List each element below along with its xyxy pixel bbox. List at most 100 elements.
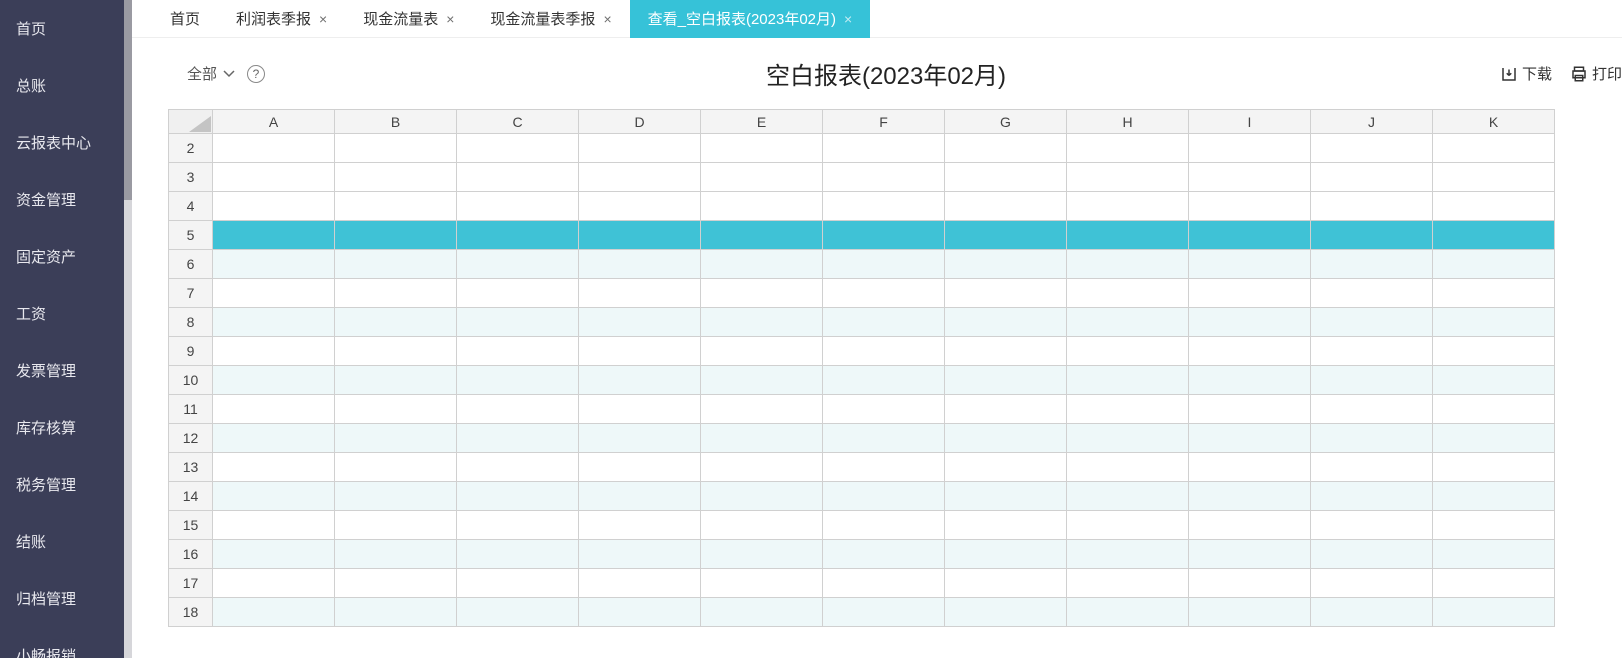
cell[interactable] — [945, 279, 1067, 308]
col-header[interactable]: J — [1311, 110, 1433, 134]
cell[interactable] — [1189, 134, 1311, 163]
cell[interactable] — [335, 250, 457, 279]
col-header[interactable]: E — [701, 110, 823, 134]
cell[interactable] — [823, 366, 945, 395]
cell[interactable] — [1433, 279, 1555, 308]
cell[interactable] — [1311, 540, 1433, 569]
cell[interactable] — [1433, 221, 1555, 250]
cell[interactable] — [579, 337, 701, 366]
cell[interactable] — [1433, 308, 1555, 337]
cell[interactable] — [213, 540, 335, 569]
cell[interactable] — [457, 134, 579, 163]
cell[interactable] — [945, 598, 1067, 627]
cell[interactable] — [1311, 221, 1433, 250]
cell[interactable] — [579, 163, 701, 192]
spreadsheet[interactable]: A B C D E F G H I J K 234567891011121314… — [132, 109, 1622, 658]
sidebar-scrollbar-thumb[interactable] — [124, 0, 132, 200]
cell[interactable] — [213, 192, 335, 221]
cell[interactable] — [1189, 250, 1311, 279]
cell[interactable] — [457, 163, 579, 192]
cell[interactable] — [823, 279, 945, 308]
cell[interactable] — [945, 511, 1067, 540]
cell[interactable] — [1189, 511, 1311, 540]
cell[interactable] — [823, 395, 945, 424]
cell[interactable] — [213, 424, 335, 453]
cell[interactable] — [579, 569, 701, 598]
cell[interactable] — [335, 337, 457, 366]
cell[interactable] — [1189, 337, 1311, 366]
cell[interactable] — [823, 134, 945, 163]
cell[interactable] — [1067, 540, 1189, 569]
cell[interactable] — [1067, 598, 1189, 627]
cell[interactable] — [945, 250, 1067, 279]
cell[interactable] — [579, 482, 701, 511]
cell[interactable] — [213, 163, 335, 192]
row-header[interactable]: 12 — [169, 424, 213, 453]
col-header[interactable]: F — [823, 110, 945, 134]
cell[interactable] — [1067, 250, 1189, 279]
sidebar-item-fixed-assets[interactable]: 固定资产 — [0, 228, 132, 285]
cell[interactable] — [457, 366, 579, 395]
cell[interactable] — [701, 511, 823, 540]
cell[interactable] — [823, 511, 945, 540]
sidebar-item-tax[interactable]: 税务管理 — [0, 456, 132, 513]
cell[interactable] — [823, 337, 945, 366]
sidebar-item-inventory[interactable]: 库存核算 — [0, 399, 132, 456]
cell[interactable] — [823, 482, 945, 511]
row-header[interactable]: 3 — [169, 163, 213, 192]
cell[interactable] — [1189, 395, 1311, 424]
col-header[interactable]: K — [1433, 110, 1555, 134]
cell[interactable] — [701, 308, 823, 337]
cell[interactable] — [213, 453, 335, 482]
sidebar-item-invoice[interactable]: 发票管理 — [0, 342, 132, 399]
row-header[interactable]: 5 — [169, 221, 213, 250]
cell[interactable] — [1311, 482, 1433, 511]
cell[interactable] — [579, 395, 701, 424]
cell[interactable] — [945, 569, 1067, 598]
cell[interactable] — [579, 453, 701, 482]
cell[interactable] — [1311, 511, 1433, 540]
cell[interactable] — [335, 598, 457, 627]
cell[interactable] — [1311, 337, 1433, 366]
cell[interactable] — [213, 395, 335, 424]
cell[interactable] — [579, 598, 701, 627]
sidebar-item-salary[interactable]: 工资 — [0, 285, 132, 342]
cell[interactable] — [1311, 395, 1433, 424]
cell[interactable] — [457, 192, 579, 221]
cell[interactable] — [701, 221, 823, 250]
close-icon[interactable]: × — [844, 11, 852, 27]
col-header[interactable]: G — [945, 110, 1067, 134]
cell[interactable] — [457, 540, 579, 569]
cell[interactable] — [823, 163, 945, 192]
cell[interactable] — [945, 163, 1067, 192]
cell[interactable] — [579, 511, 701, 540]
row-header[interactable]: 10 — [169, 366, 213, 395]
cell[interactable] — [1067, 163, 1189, 192]
cell[interactable] — [701, 482, 823, 511]
cell[interactable] — [457, 511, 579, 540]
tab-view-blank-report[interactable]: 查看_空白报表(2023年02月) × — [630, 0, 871, 38]
cell[interactable] — [1067, 453, 1189, 482]
cell[interactable] — [579, 134, 701, 163]
cell[interactable] — [1433, 250, 1555, 279]
cell[interactable] — [1433, 482, 1555, 511]
cell[interactable] — [579, 279, 701, 308]
cell[interactable] — [823, 540, 945, 569]
cell[interactable] — [701, 395, 823, 424]
cell[interactable] — [1311, 424, 1433, 453]
cell[interactable] — [1433, 337, 1555, 366]
tab-cashflow[interactable]: 现金流量表 × — [345, 0, 472, 38]
cell[interactable] — [335, 482, 457, 511]
cell[interactable] — [823, 308, 945, 337]
help-icon[interactable]: ? — [247, 65, 265, 83]
cell[interactable] — [335, 366, 457, 395]
cell[interactable] — [335, 163, 457, 192]
row-header[interactable]: 4 — [169, 192, 213, 221]
col-header[interactable]: B — [335, 110, 457, 134]
cell[interactable] — [701, 163, 823, 192]
cell[interactable] — [1433, 569, 1555, 598]
cell[interactable] — [457, 250, 579, 279]
cell[interactable] — [1189, 453, 1311, 482]
cell[interactable] — [1433, 540, 1555, 569]
cell[interactable] — [213, 366, 335, 395]
